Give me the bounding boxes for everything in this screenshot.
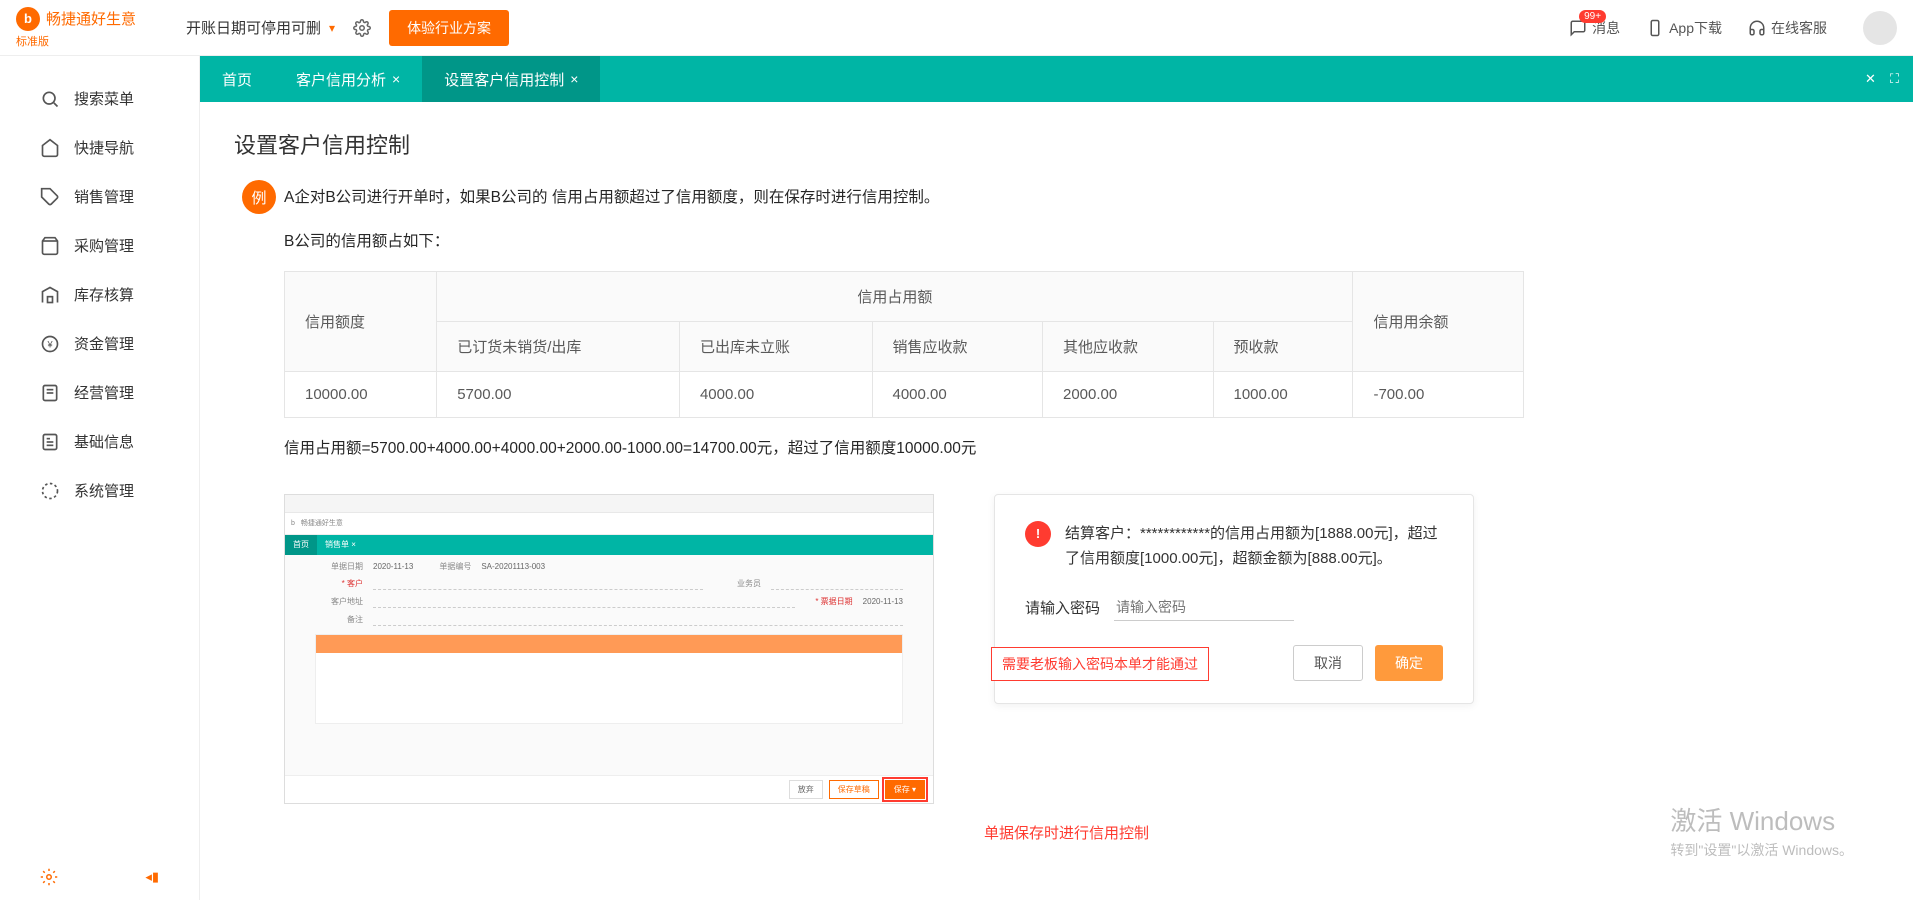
sidebar-label: 快捷导航 <box>74 137 134 158</box>
sidebar-label: 系统管理 <box>74 480 134 501</box>
sidebar-settings-icon[interactable] <box>40 868 58 886</box>
sidebar-item-basic[interactable]: 基础信息 <box>0 417 199 466</box>
tab-close-all-icon[interactable]: ✕ <box>1865 71 1876 87</box>
close-icon[interactable]: × <box>392 71 400 87</box>
tab-label: 设置客户信用控制 <box>444 69 564 90</box>
sidebar-item-sales[interactable]: 销售管理 <box>0 172 199 221</box>
sidebar-label: 采购管理 <box>74 235 134 256</box>
brand-text: 畅捷通好生意 <box>46 8 136 29</box>
illustration-order-form: b畅捷通好生意 首页销售单 × 单据日期2020-11-13单据编号SA-202… <box>284 494 934 804</box>
sidebar-item-search[interactable]: 搜索菜单 <box>0 74 199 123</box>
confirm-button[interactable]: 确定 <box>1375 645 1443 681</box>
col-ordered-unshipped: 已订货未销货/出库 <box>437 321 680 371</box>
top-header: b 畅捷通好生意 标准版 开账日期可停用可删 ▾ 体验行业方案 99+ 消息 A… <box>0 0 1913 56</box>
col-shipped-unbilled: 已出库未立账 <box>679 321 872 371</box>
report-icon <box>40 383 60 403</box>
warning-icon: ! <box>1025 521 1051 547</box>
example-badge: 例 <box>242 180 276 214</box>
sidebar-item-operation[interactable]: 经营管理 <box>0 368 199 417</box>
sidebar-label: 资金管理 <box>74 333 134 354</box>
account-dropdown[interactable]: 开账日期可停用可删 ▾ <box>186 17 335 38</box>
tab-label: 客户信用分析 <box>296 69 386 90</box>
col-remaining: 信用用余额 <box>1353 271 1524 371</box>
money-icon: ¥ <box>40 334 60 354</box>
sidebar-item-inventory[interactable]: 库存核算 <box>0 270 199 319</box>
dialog-message: 结算客户：************的信用占用额为[1888.00元]，超过了信用… <box>1065 521 1443 572</box>
search-icon <box>40 89 60 109</box>
tab-home[interactable]: 首页 <box>200 56 274 102</box>
example-subtext: B公司的信用额占如下： <box>284 229 1849 251</box>
tabs-bar: 首页 客户信用分析 × 设置客户信用控制 × ✕ ⛶ <box>200 56 1913 102</box>
cell-credit-limit: 10000.00 <box>285 371 437 417</box>
tab-credit-analysis[interactable]: 客户信用分析 × <box>274 56 422 102</box>
tab-label: 首页 <box>222 69 252 90</box>
sidebar-label: 销售管理 <box>74 186 134 207</box>
app-download-label: App下载 <box>1669 18 1722 38</box>
col-sales-receivable: 销售应收款 <box>872 321 1043 371</box>
experience-button[interactable]: 体验行业方案 <box>389 10 509 46</box>
messages-badge: 99+ <box>1579 10 1606 23</box>
formula-text: 信用占用额=5700.00+4000.00+4000.00+2000.00-10… <box>284 436 1849 458</box>
illustration-caption: 单据保存时进行信用控制 <box>284 822 1849 843</box>
sidebar-label: 基础信息 <box>74 431 134 452</box>
warehouse-icon <box>40 285 60 305</box>
account-label: 开账日期可停用可删 <box>186 17 321 38</box>
app-download-link[interactable]: App下载 <box>1646 18 1722 38</box>
sidebar-item-finance[interactable]: ¥ 资金管理 <box>0 319 199 368</box>
table-row: 10000.00 5700.00 4000.00 4000.00 2000.00… <box>285 371 1524 417</box>
example-description: A企对B公司进行开单时，如果B公司的 信用占用额超过了信用额度，则在保存时进行信… <box>284 186 1849 211</box>
sidebar-item-quicknav[interactable]: 快捷导航 <box>0 123 199 172</box>
col-credit-limit: 信用额度 <box>285 271 437 371</box>
cell-ordered-unshipped: 5700.00 <box>437 371 680 417</box>
col-prepaid: 预收款 <box>1213 321 1353 371</box>
tag-icon <box>40 187 60 207</box>
brand-sub: 标准版 <box>16 33 49 49</box>
svg-text:¥: ¥ <box>46 339 53 349</box>
dialog-callout: 需要老板输入密码本单才能通过 <box>991 647 1209 681</box>
sidebar-item-system[interactable]: 系统管理 <box>0 466 199 515</box>
system-icon <box>40 481 60 501</box>
home-icon <box>40 138 60 158</box>
credit-table: 信用额度 信用占用额 信用用余额 已订货未销货/出库 已出库未立账 销售应收款 … <box>284 271 1524 418</box>
page-area: 设置客户信用控制 例 A企对B公司进行开单时，如果B公司的 信用占用额超过了信用… <box>200 102 1913 900</box>
page-title: 设置客户信用控制 <box>234 128 1879 160</box>
sidebar-label: 经营管理 <box>74 382 134 403</box>
col-credit-usage-group: 信用占用额 <box>437 271 1353 321</box>
support-link[interactable]: 在线客服 <box>1748 18 1827 38</box>
messages-link[interactable]: 99+ 消息 <box>1569 18 1620 38</box>
close-icon[interactable]: × <box>570 71 578 87</box>
cell-shipped-unbilled: 4000.00 <box>679 371 872 417</box>
col-other-receivable: 其他应收款 <box>1043 321 1214 371</box>
sidebar-label: 搜索菜单 <box>74 88 134 109</box>
brand-block: b 畅捷通好生意 标准版 <box>16 7 136 49</box>
cell-other-receivable: 2000.00 <box>1043 371 1214 417</box>
avatar[interactable] <box>1863 11 1897 45</box>
chevron-down-icon: ▾ <box>329 21 335 35</box>
settings-icon[interactable] <box>353 19 371 37</box>
fullscreen-icon[interactable]: ⛶ <box>1890 71 1899 87</box>
sidebar-item-purchase[interactable]: 采购管理 <box>0 221 199 270</box>
cart-icon <box>40 236 60 256</box>
brand-icon: b <box>16 7 40 31</box>
cell-sales-receivable: 4000.00 <box>872 371 1043 417</box>
credit-warning-dialog: ! 结算客户：************的信用占用额为[1888.00元]，超过了… <box>994 494 1474 704</box>
dialog-input-label: 请输入密码 <box>1025 597 1100 618</box>
password-input[interactable] <box>1114 594 1294 621</box>
cell-remaining: -700.00 <box>1353 371 1524 417</box>
cell-prepaid: 1000.00 <box>1213 371 1353 417</box>
sidebar: 搜索菜单 快捷导航 销售管理 采购管理 库存核算 ¥ 资金管理 <box>0 56 200 900</box>
info-icon <box>40 432 60 452</box>
sidebar-label: 库存核算 <box>74 284 134 305</box>
tab-credit-control-settings[interactable]: 设置客户信用控制 × <box>422 56 600 102</box>
support-label: 在线客服 <box>1771 18 1827 38</box>
sidebar-collapse-icon[interactable]: ◂▮ <box>145 869 159 885</box>
cancel-button[interactable]: 取消 <box>1293 645 1363 681</box>
